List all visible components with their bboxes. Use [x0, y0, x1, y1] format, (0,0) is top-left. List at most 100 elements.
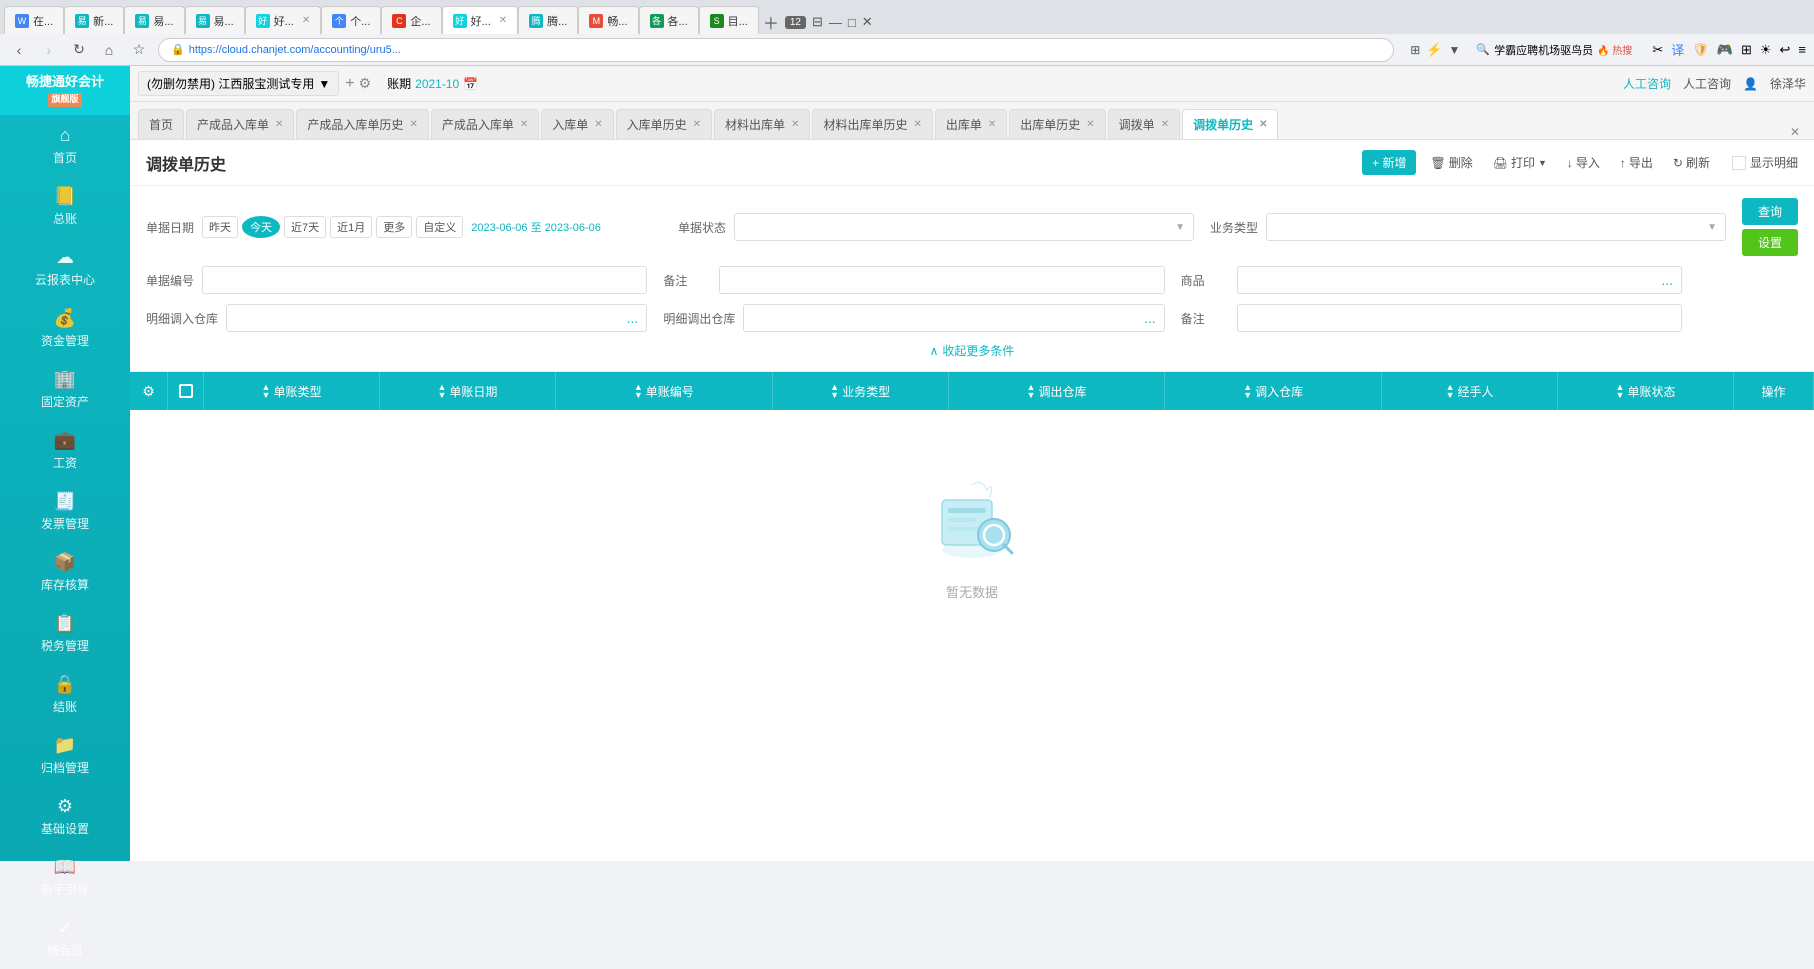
remark-input[interactable]	[719, 266, 1164, 294]
more-btn[interactable]: 更多	[376, 216, 412, 238]
sidebar-item-guide[interactable]: 📖 新手引导	[0, 847, 130, 908]
sidebar-item-reports[interactable]: ☁ 云报表中心	[0, 237, 130, 298]
settings-icon[interactable]: ⚙	[359, 75, 372, 92]
query-button[interactable]: 查询	[1742, 198, 1798, 225]
user-service-link[interactable]: 人工咨询	[1623, 75, 1671, 92]
tab-transfer-history[interactable]: 调拨单历史 ✕	[1182, 109, 1278, 139]
goods-ellipsis-btn[interactable]: ...	[1661, 272, 1673, 288]
remark2-input[interactable]	[1237, 304, 1682, 332]
col-settings[interactable]: ⚙	[130, 372, 168, 410]
lightning-icon[interactable]: ⚡	[1426, 42, 1442, 58]
account-selector[interactable]: (勿删勿禁用) 江西服宝测试专用 ▼	[138, 71, 339, 96]
tab-close-4[interactable]: ✕	[594, 119, 602, 130]
close-icon[interactable]: ✕	[862, 14, 873, 30]
browser-tab-2[interactable]: 易 新...	[64, 6, 124, 34]
menu-icon[interactable]: ≡	[1798, 42, 1806, 57]
tab-close-11[interactable]: ✕	[1259, 119, 1267, 130]
refresh-button[interactable]: ↻	[68, 39, 90, 61]
tab-close-2[interactable]: ✕	[409, 119, 417, 130]
col-in[interactable]: ▲▼ 调入仓库	[1165, 372, 1382, 410]
back-button[interactable]: ‹	[8, 39, 30, 61]
tab-close-8[interactable]: ✕	[988, 119, 996, 130]
7days-btn[interactable]: 近7天	[284, 216, 326, 238]
col-date[interactable]: ▲▼ 单账日期	[380, 372, 556, 410]
maximize-icon[interactable]: □	[848, 15, 856, 30]
forward-button[interactable]: ›	[38, 39, 60, 61]
tab-in-history[interactable]: 入库单历史 ✕	[616, 109, 712, 139]
goods-input[interactable]	[1246, 273, 1658, 287]
sidebar-item-inventory[interactable]: 📦 库存核算	[0, 542, 130, 603]
tab-icon-1[interactable]: ⊟	[812, 14, 823, 30]
minimize-icon[interactable]: —	[829, 15, 842, 30]
browser-tab-active[interactable]: 好 好... ✕	[442, 6, 519, 34]
undo-icon[interactable]: ↩	[1780, 42, 1791, 58]
yesterday-btn[interactable]: 昨天	[202, 216, 238, 238]
col-out[interactable]: ▲▼ 调出仓库	[949, 372, 1166, 410]
tab-close-5[interactable]: ✕	[693, 119, 701, 130]
tab-material-out-history[interactable]: 材料出库单历史 ✕	[812, 109, 932, 139]
tab-close-10[interactable]: ✕	[1161, 119, 1169, 130]
tab-out[interactable]: 出库单 ✕	[935, 109, 1007, 139]
browser-tab-1[interactable]: W 在...	[4, 6, 64, 34]
calendar-icon[interactable]: 📅	[463, 77, 478, 91]
status-select[interactable]: ▼	[734, 213, 1194, 241]
import-button[interactable]: ↓ 导入	[1561, 151, 1606, 174]
url-bar[interactable]: 🔒 https://cloud.chanjet.com/accounting/u…	[158, 38, 1394, 62]
sidebar-item-member[interactable]: ✓ 畅会员	[0, 908, 130, 969]
new-tab-button[interactable]: ＋	[763, 10, 779, 34]
new-button[interactable]: + 新增	[1362, 150, 1416, 175]
grid-icon[interactable]: ⊞	[1741, 42, 1752, 58]
sidebar-item-closing[interactable]: 🔒 结账	[0, 664, 130, 725]
tab-close-1[interactable]: ✕	[275, 119, 283, 130]
browser-tab-3[interactable]: 易 易...	[124, 6, 184, 34]
sidebar-item-ledger[interactable]: 📒 总账	[0, 176, 130, 237]
col-biz[interactable]: ▲▼ 业务类型	[773, 372, 949, 410]
col-handler[interactable]: ▲▼ 经手人	[1382, 372, 1558, 410]
tab-close-6[interactable]: ✕	[791, 119, 799, 130]
translate-icon[interactable]: 译	[1671, 40, 1684, 59]
collapse-button[interactable]: ∧ 收起更多条件	[930, 342, 1015, 359]
tab-close-9[interactable]: ✕	[1086, 119, 1094, 130]
browser-tab-6[interactable]: 个 个...	[321, 6, 381, 34]
tab-prod-in-2[interactable]: 产成品入库单 ✕	[431, 109, 539, 139]
tab-bar-close-icon[interactable]: ✕	[1784, 125, 1806, 139]
settings-button[interactable]: 设置	[1742, 229, 1798, 256]
dropdown-icon[interactable]: ▼	[1448, 43, 1460, 57]
detail-out-input[interactable]	[752, 311, 1140, 325]
col-type[interactable]: ▲▼ 单账类型	[204, 372, 380, 410]
refresh-button-page[interactable]: ↻ 刷新	[1667, 151, 1716, 174]
sidebar-item-assets[interactable]: 🏢 固定资产	[0, 359, 130, 420]
brightness-icon[interactable]: ☀	[1760, 42, 1772, 58]
delete-button[interactable]: 🗑 删除	[1424, 151, 1478, 174]
docnum-input[interactable]	[202, 266, 647, 294]
detail-in-input[interactable]	[235, 311, 623, 325]
browser-tab-5[interactable]: 好 好... ✕	[245, 6, 322, 34]
browser-tab-11[interactable]: 各 各...	[639, 6, 699, 34]
tab-close-7[interactable]: ✕	[913, 119, 921, 130]
tab-out-history[interactable]: 出库单历史 ✕	[1009, 109, 1105, 139]
col-check[interactable]	[168, 372, 204, 410]
sidebar-item-finance[interactable]: 💰 资金管理	[0, 298, 130, 359]
select-all-checkbox[interactable]	[179, 384, 193, 398]
col-num[interactable]: ▲▼ 单账编号	[556, 372, 773, 410]
sidebar-item-archive[interactable]: 📁 归档管理	[0, 725, 130, 786]
today-btn[interactable]: 今天	[242, 216, 280, 238]
browser-tab-4[interactable]: 易 易...	[185, 6, 245, 34]
browser-tab-9[interactable]: 腾 腾...	[518, 6, 578, 34]
extensions-icon[interactable]: ⊞	[1410, 43, 1420, 57]
1month-btn[interactable]: 近1月	[330, 216, 372, 238]
tab-prod-in[interactable]: 产成品入库单 ✕	[186, 109, 294, 139]
detail-in-ellipsis[interactable]: ...	[627, 310, 639, 326]
sidebar-item-basic[interactable]: ⚙ 基础设置	[0, 786, 130, 847]
home-button[interactable]: ⌂	[98, 39, 120, 61]
tab-material-out[interactable]: 材料出库单 ✕	[714, 109, 810, 139]
export-button[interactable]: ↑ 导出	[1614, 151, 1659, 174]
sidebar-item-home[interactable]: ⌂ 首页	[0, 115, 130, 176]
user-service-text[interactable]: 人工咨询	[1683, 75, 1731, 92]
sidebar-item-salary[interactable]: 💼 工资	[0, 420, 130, 481]
print-button[interactable]: 🖨 打印 ▼	[1487, 151, 1553, 174]
bookmark-button[interactable]: ☆	[128, 39, 150, 61]
browser-tab-7[interactable]: C 企...	[381, 6, 441, 34]
tab-home[interactable]: 首页	[138, 109, 184, 139]
custom-btn[interactable]: 自定义	[416, 216, 463, 238]
